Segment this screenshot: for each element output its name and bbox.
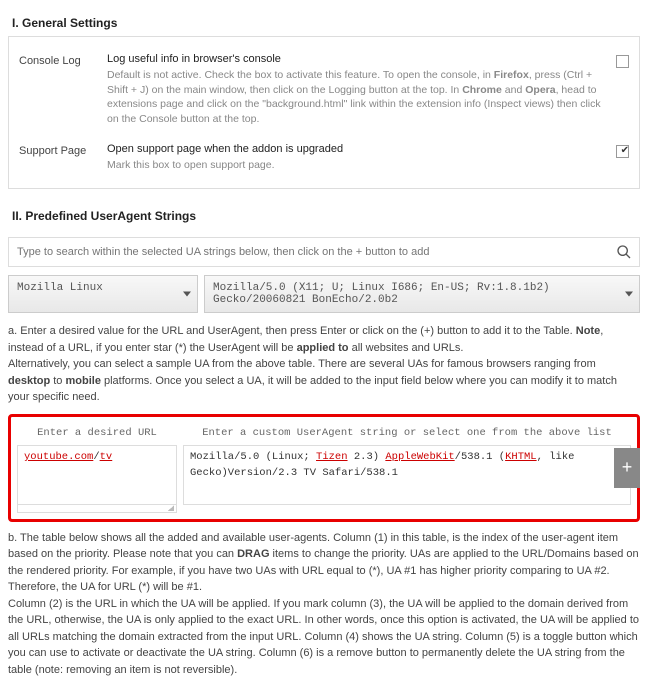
ua-link-tizen[interactable]: Tizen: [316, 451, 348, 463]
console-log-row: Console Log Log useful info in browser's…: [19, 45, 629, 135]
url-link-domain[interactable]: youtube.com: [24, 451, 93, 463]
support-page-desc: Mark this box to open support page.: [107, 158, 601, 173]
general-settings-section: Console Log Log useful info in browser's…: [8, 36, 640, 189]
dropdown-row: Mozilla Linux Mozilla/5.0 (X11; U; Linux…: [8, 275, 640, 313]
ua-dropdown[interactable]: Mozilla/5.0 (X11; U; Linux I686; En-US; …: [204, 275, 640, 313]
chevron-down-icon: [183, 292, 191, 297]
ua-link-khtml[interactable]: KHTML: [505, 451, 537, 463]
resize-handle[interactable]: [17, 505, 177, 513]
ua-column-head: Enter a custom UserAgent string or selec…: [183, 423, 631, 445]
instructions-b: b. The table below shows all the added a…: [8, 530, 640, 679]
console-log-desc: Default is not active. Check the box to …: [107, 68, 601, 127]
support-page-row: Support Page Open support page when the …: [19, 135, 629, 181]
console-log-head: Log useful info in browser's console: [107, 53, 601, 65]
url-ua-entry-box: Enter a desired URL youtube.com/tv Enter…: [8, 414, 640, 522]
instructions-a: a. Enter a desired value for the URL and…: [8, 323, 640, 406]
section-2-title: II. Predefined UserAgent Strings: [8, 201, 640, 229]
os-dropdown-value: Mozilla Linux: [17, 282, 103, 294]
ua-input[interactable]: Mozilla/5.0 (Linux; Tizen 2.3) AppleWebK…: [183, 445, 631, 505]
section-1-title: I. General Settings: [8, 8, 640, 36]
url-column-head: Enter a desired URL: [17, 423, 177, 445]
search-icon: [616, 244, 632, 260]
support-page-label: Support Page: [19, 143, 99, 157]
add-button[interactable]: +: [614, 448, 640, 488]
ua-dropdown-value: Mozilla/5.0 (X11; U; Linux I686; En-US; …: [213, 282, 550, 306]
url-link-path[interactable]: tv: [100, 451, 113, 463]
console-log-checkbox[interactable]: [616, 55, 629, 68]
search-wrap: [8, 237, 640, 267]
url-input[interactable]: youtube.com/tv: [17, 445, 177, 505]
support-page-head: Open support page when the addon is upgr…: [107, 143, 601, 155]
support-page-checkbox[interactable]: [616, 145, 629, 158]
console-log-label: Console Log: [19, 53, 99, 67]
chevron-down-icon: [625, 292, 633, 297]
os-dropdown[interactable]: Mozilla Linux: [8, 275, 198, 313]
ua-link-applewebkit[interactable]: AppleWebKit: [385, 451, 454, 463]
ua-search-input[interactable]: [8, 237, 640, 267]
